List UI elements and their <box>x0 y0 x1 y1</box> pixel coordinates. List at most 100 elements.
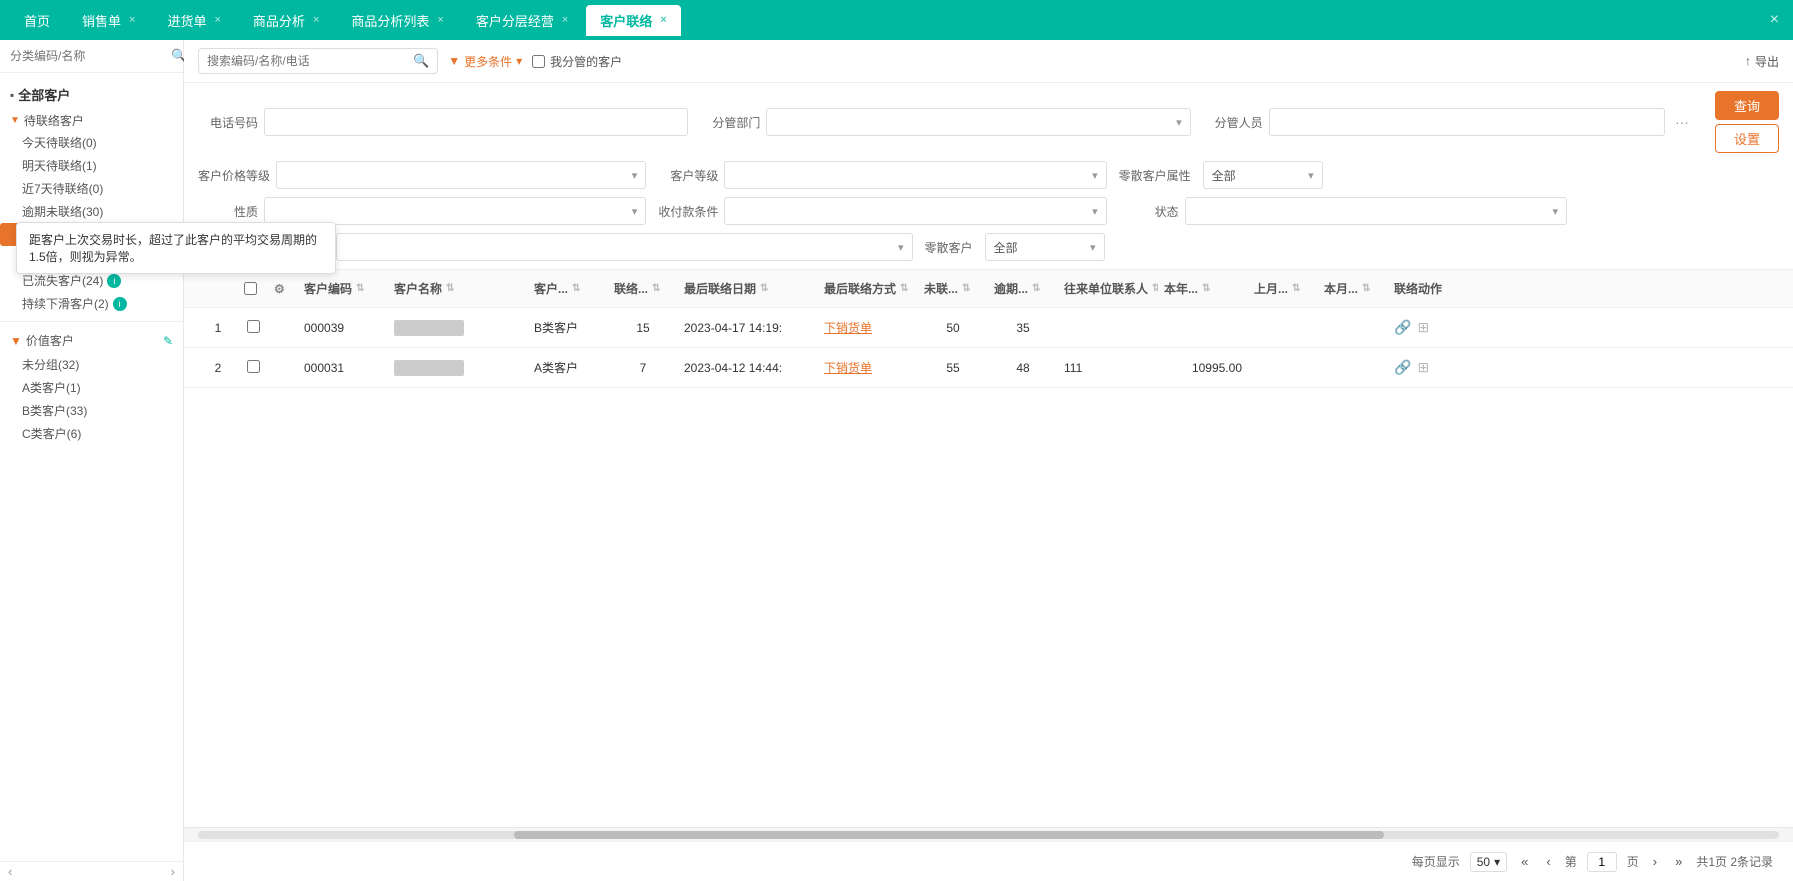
row1-action-icon2[interactable]: ⊞ <box>1417 319 1429 336</box>
filter-dept-label: 分管部门 <box>700 114 760 131</box>
tab-purchase[interactable]: 进货单 × <box>153 5 234 36</box>
row1-check[interactable] <box>238 320 268 336</box>
sidebar-item-declining[interactable]: 持续下滑客户(2) i <box>0 292 183 315</box>
chevron-down-icon: ▾ <box>516 54 522 68</box>
sidebar-item-a-class[interactable]: A类客户(1) <box>0 376 183 399</box>
sort-name-icon[interactable]: ⇅ <box>446 283 454 294</box>
row2-name <box>388 360 528 376</box>
close-segment-tab[interactable]: × <box>562 14 568 26</box>
edit-value-section-icon[interactable]: ✎ <box>163 334 173 348</box>
close-all-tabs[interactable]: × <box>1770 11 1779 29</box>
close-list-tab[interactable]: × <box>437 14 443 26</box>
row1-overdue: 35 <box>988 321 1058 335</box>
sidebar-item-today[interactable]: 今天待联络(0) <box>0 131 183 154</box>
last-page-button[interactable]: » <box>1671 852 1686 871</box>
row2-action-icon1[interactable]: 🔗 <box>1394 359 1411 376</box>
sort-contact-icon[interactable]: ⇅ <box>652 283 660 294</box>
row2-action-icon2[interactable]: ⊞ <box>1417 359 1429 376</box>
filter-nature-select[interactable]: ▾ <box>264 197 646 225</box>
sidebar-search-input[interactable] <box>10 49 165 63</box>
scrollbar-thumb[interactable] <box>514 831 1384 839</box>
row1-contact: 15 <box>608 321 678 335</box>
sort-overdue-icon[interactable]: ⇅ <box>1032 283 1040 294</box>
settings-button[interactable]: 设置 <box>1715 124 1779 153</box>
filter-price-level-select[interactable]: ▾ <box>276 161 646 189</box>
filter-payment-select[interactable]: ▾ <box>724 197 1106 225</box>
sidebar-item-overdue[interactable]: 逾期未联络(30) <box>0 200 183 223</box>
tab-customer-contact[interactable]: 客户联络 × <box>586 5 680 36</box>
export-button[interactable]: ↑ 导出 <box>1745 53 1779 70</box>
filter-customer-level-select[interactable]: ▾ <box>724 161 1106 189</box>
filter-person-label: 分管人员 <box>1203 114 1263 131</box>
chevron-down-icon: ▾ <box>632 169 638 182</box>
prev-page-button[interactable]: ‹ <box>1542 852 1554 871</box>
filter-dept-select[interactable]: ▾ <box>766 108 1190 136</box>
sidebar-item-b-class[interactable]: B类客户(33) <box>0 399 183 422</box>
filter-scatter-label: 零散客户 <box>925 239 973 256</box>
row2-lastway[interactable]: 下销货单 <box>818 359 918 376</box>
close-purchase-tab[interactable]: × <box>214 14 220 26</box>
filter-customer-type-select[interactable]: ▾ <box>336 233 913 261</box>
sidebar-left-arrow[interactable]: ‹ <box>8 864 12 879</box>
sort-thisyear-icon[interactable]: ⇅ <box>1202 283 1210 294</box>
page-suffix: 页 <box>1627 853 1639 870</box>
close-sales-tab[interactable]: × <box>129 14 135 26</box>
sidebar-value-section[interactable]: ▼ 价值客户 ✎ <box>0 328 183 353</box>
tab-customer-segment[interactable]: 客户分层经营 × <box>462 5 582 36</box>
first-page-button[interactable]: « <box>1517 852 1532 871</box>
row1-lastway[interactable]: 下销货单 <box>818 319 918 336</box>
row1-level: B类客户 <box>528 319 608 336</box>
filter-person-select[interactable] <box>1269 108 1665 136</box>
filter-scatter-attr-select[interactable]: 全部 ▾ <box>1203 161 1323 189</box>
row1-name <box>388 320 528 336</box>
sidebar-item-ungroup[interactable]: 未分组(32) <box>0 353 183 376</box>
table-row: 2 000031 A类客户 7 2023-04-12 14:44: 下销货单 5… <box>184 348 1793 388</box>
row2-check[interactable] <box>238 360 268 376</box>
close-analysis-tab[interactable]: × <box>313 14 319 26</box>
filter-customer-level-field: 客户等级 ▾ <box>658 161 1106 189</box>
sidebar-root-item[interactable]: ▪ 全部客户 <box>0 81 183 108</box>
th-gear[interactable]: ⚙ <box>268 282 298 296</box>
page-number-input[interactable] <box>1587 852 1617 872</box>
search-button[interactable]: 🔍 <box>413 53 429 69</box>
top-nav: 首页 销售单 × 进货单 × 商品分析 × 商品分析列表 × 客户分层经营 × … <box>0 0 1793 40</box>
more-conditions-button[interactable]: ▼ 更多条件 ▾ <box>448 53 522 70</box>
filter-nature-label: 性质 <box>198 203 258 220</box>
next-page-button[interactable]: › <box>1649 852 1661 871</box>
filter-phone-input[interactable] <box>264 108 688 136</box>
select-all-checkbox[interactable] <box>244 282 257 295</box>
per-page-select[interactable]: 50 ▾ <box>1470 852 1507 872</box>
sidebar-item-tomorrow[interactable]: 明天待联络(1) <box>0 154 183 177</box>
sidebar-item-c-class[interactable]: C类客户(6) <box>0 422 183 445</box>
gear-icon[interactable]: ⚙ <box>274 282 285 296</box>
tab-sales[interactable]: 销售单 × <box>68 5 149 36</box>
chevron-down-icon: ▾ <box>1308 169 1314 182</box>
tab-home[interactable]: 首页 <box>10 5 64 36</box>
sort-code-icon[interactable]: ⇅ <box>356 283 364 294</box>
lost-info-icon: i <box>107 274 121 288</box>
sort-level-icon[interactable]: ⇅ <box>572 283 580 294</box>
sort-lastmonth-icon[interactable]: ⇅ <box>1292 283 1300 294</box>
sidebar-item-7days[interactable]: 近7天待联络(0) <box>0 177 183 200</box>
horizontal-scrollbar[interactable] <box>198 831 1779 839</box>
sort-unreached-icon[interactable]: ⇅ <box>962 283 970 294</box>
left-sidebar: 🔍 « ▪ 全部客户 ▼ 待联络客户 今天待联络(0) 明天待联络(1) 近7天… <box>0 40 184 881</box>
row1-action-icon1[interactable]: 🔗 <box>1394 319 1411 336</box>
sidebar-right-arrow[interactable]: › <box>171 864 175 879</box>
tab-product-list[interactable]: 商品分析列表 × <box>337 5 457 36</box>
filter-status-select[interactable]: ▾ <box>1185 197 1567 225</box>
query-button[interactable]: 查询 <box>1715 91 1779 120</box>
sort-thismonth-icon[interactable]: ⇅ <box>1362 283 1370 294</box>
my-customers-checkbox[interactable] <box>532 55 545 68</box>
close-contact-tab[interactable]: × <box>660 14 666 26</box>
search-input[interactable] <box>207 54 407 68</box>
sort-lastway-icon[interactable]: ⇅ <box>900 283 908 294</box>
sidebar-section-pending[interactable]: ▼ 待联络客户 <box>0 108 183 131</box>
filter-scatter-select[interactable]: 全部 ▾ <box>985 233 1105 261</box>
sort-lastdate-icon[interactable]: ⇅ <box>760 283 768 294</box>
filter-scatter-attr-field: 零散客户属性 全部 ▾ <box>1119 161 1567 189</box>
row2-checkbox[interactable] <box>247 360 260 373</box>
tab-product-analysis[interactable]: 商品分析 × <box>239 5 333 36</box>
more-options-button[interactable]: ··· <box>1671 114 1693 130</box>
row1-checkbox[interactable] <box>247 320 260 333</box>
